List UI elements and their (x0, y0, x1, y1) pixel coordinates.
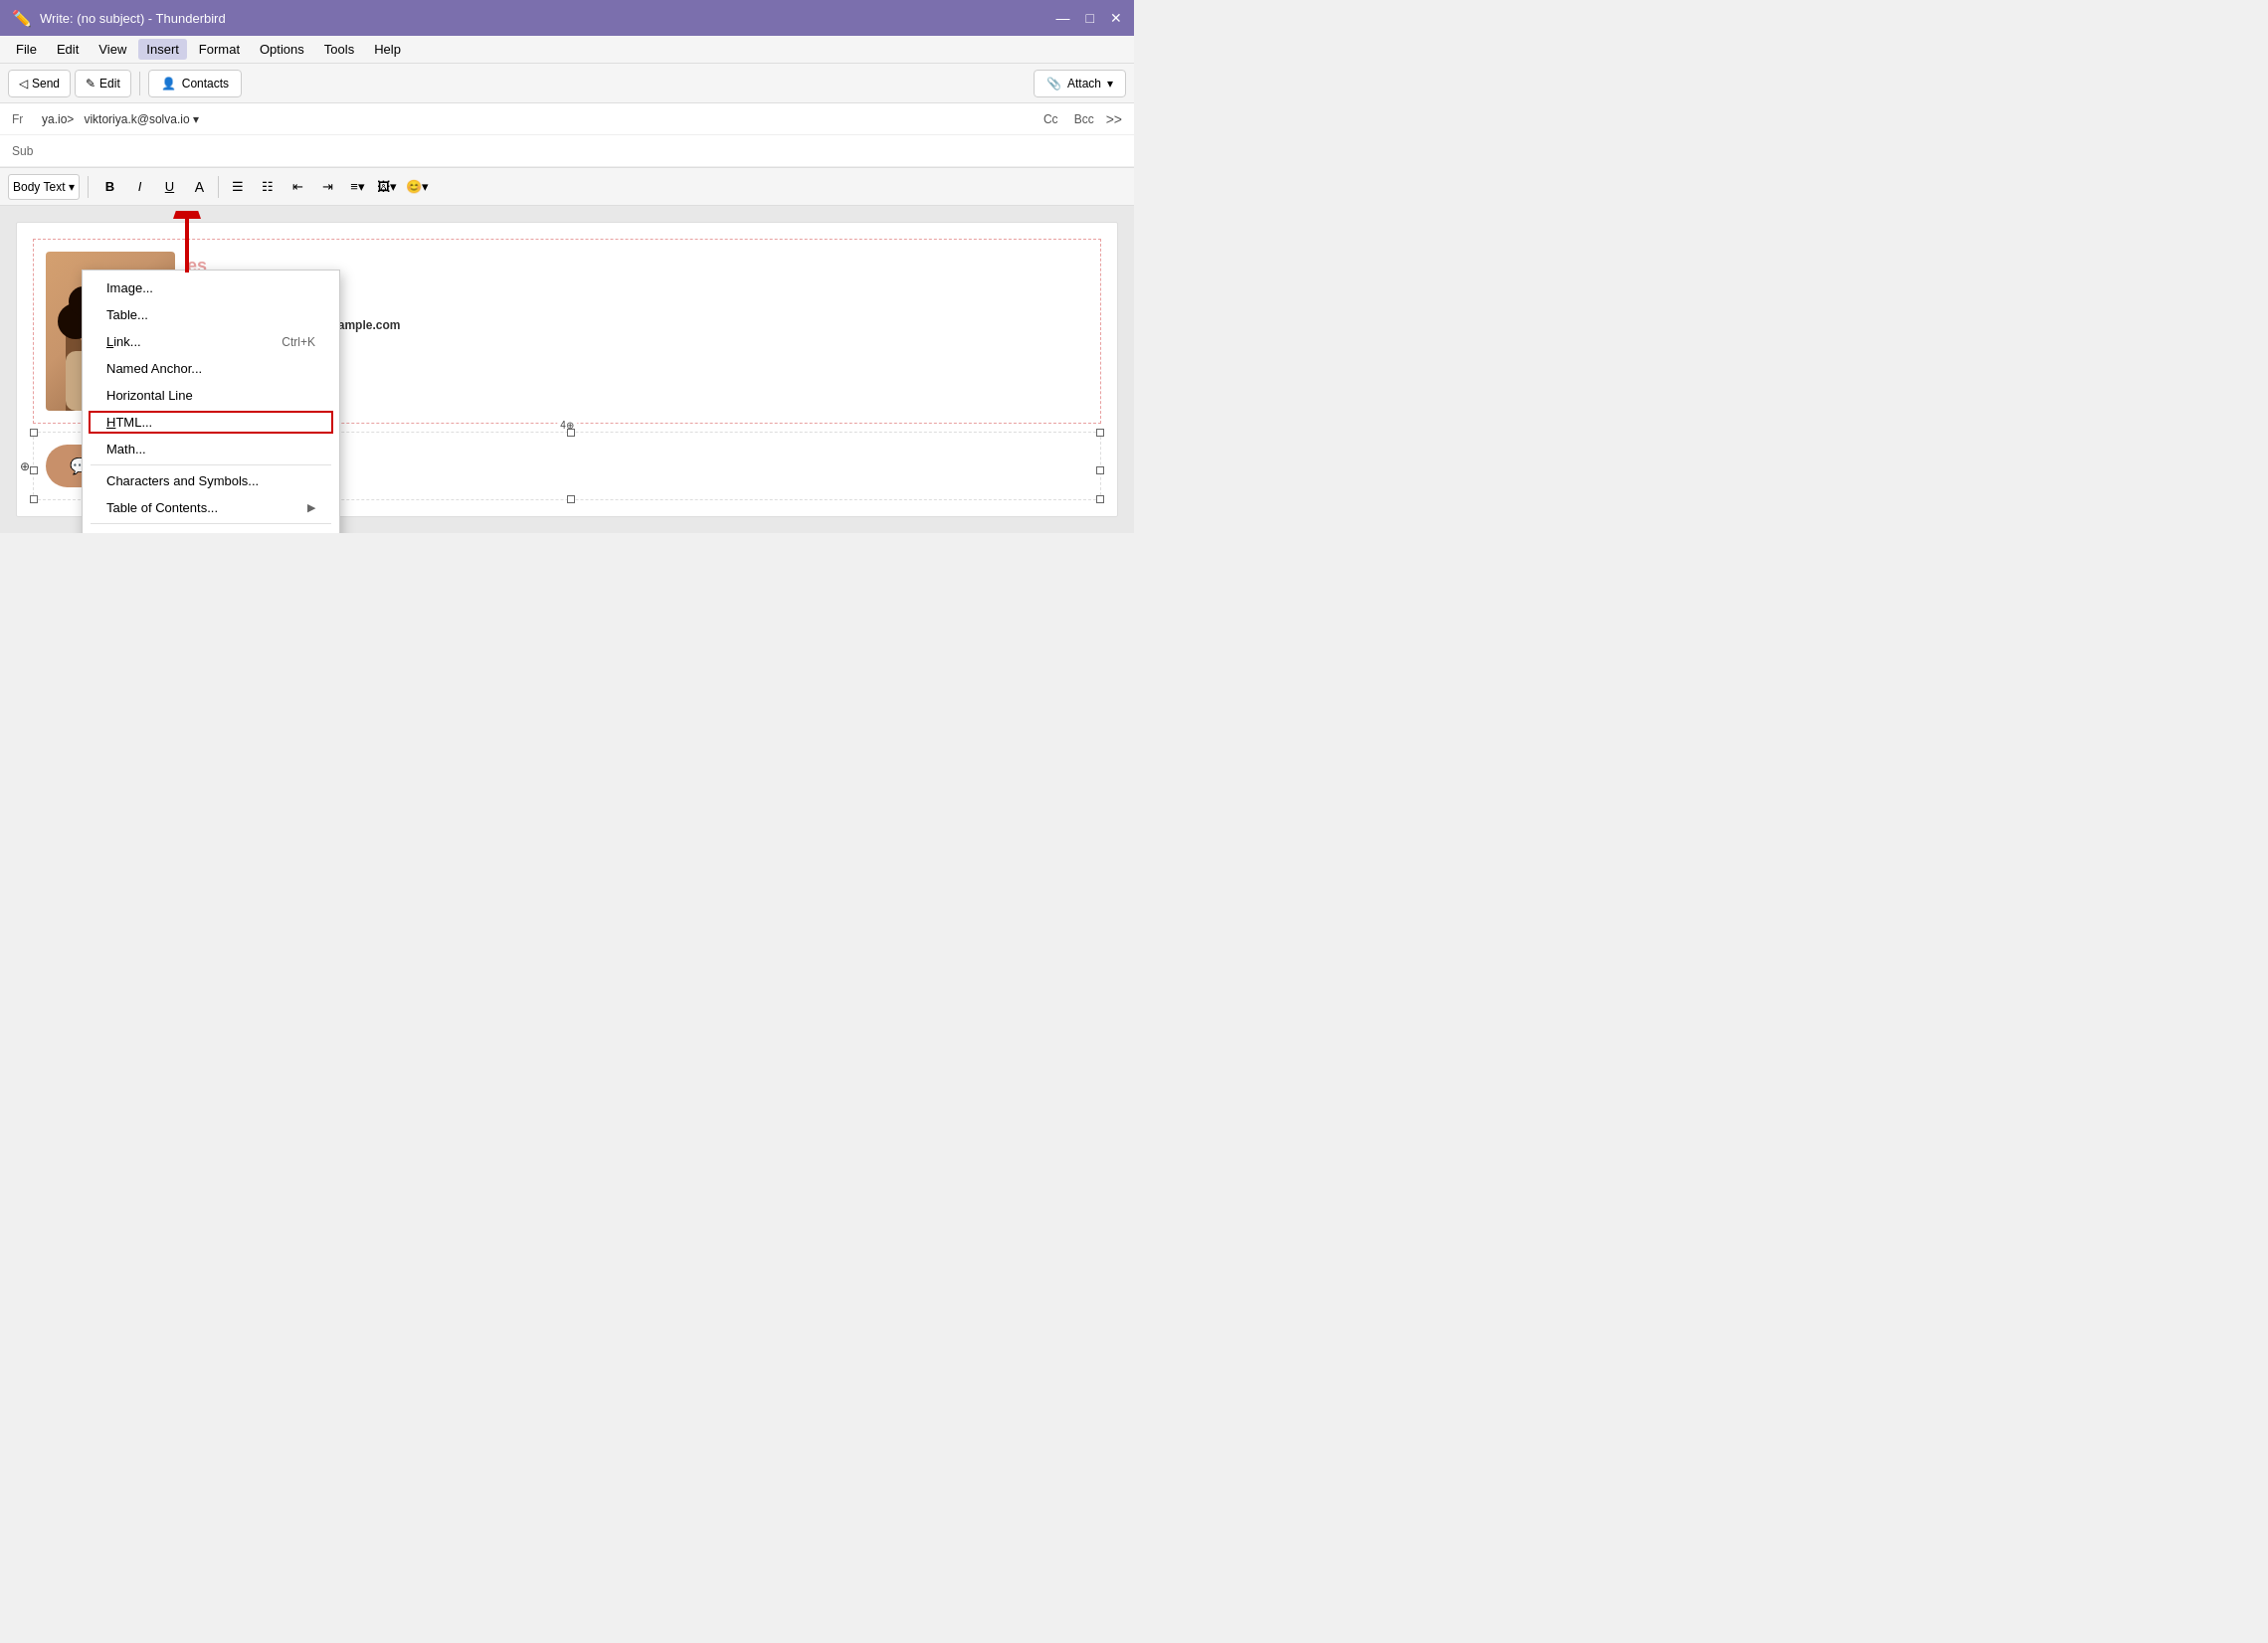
window-title: Write: (no subject) - Thunderbird (40, 11, 226, 26)
attach-dropdown-icon: ▾ (1107, 77, 1113, 91)
attach-button[interactable]: 📎 Attach ▾ (1034, 70, 1126, 97)
handle-mr[interactable] (1096, 466, 1104, 474)
strikethrough-button[interactable]: A (186, 174, 212, 200)
outdent-button[interactable]: ⇤ (284, 174, 310, 200)
toolbar-separator-1 (139, 72, 140, 95)
cc-button[interactable]: Cc (1040, 111, 1062, 127)
menu-bar: File Edit View Insert Format Options Too… (0, 36, 1134, 64)
emoji-button[interactable]: 😊▾ (404, 174, 430, 200)
maximize-button[interactable]: □ (1086, 10, 1094, 26)
menu-help[interactable]: Help (366, 39, 409, 60)
contacts-button[interactable]: 👤 Contacts (148, 70, 242, 97)
format-bar: Body Text ▾ B I U A ☰ ☷ ⇤ ⇥ ≡▾ 🖼▾ 😊▾ (0, 168, 1134, 206)
dropdown-table[interactable]: Table... (83, 301, 339, 328)
handle-ml[interactable] (30, 466, 38, 474)
window-controls: — □ ✕ (1056, 10, 1122, 26)
handle-tr[interactable] (1096, 429, 1104, 437)
format-separator-1 (88, 176, 89, 198)
menu-format[interactable]: Format (191, 39, 248, 60)
handle-bm[interactable] (567, 495, 575, 503)
menu-file[interactable]: File (8, 39, 45, 60)
dropdown-html[interactable]: HTML... (83, 409, 339, 436)
bcc-button[interactable]: Bcc (1070, 111, 1098, 127)
handle-br[interactable] (1096, 495, 1104, 503)
ordered-list-button[interactable]: ☷ (255, 174, 281, 200)
edit-button[interactable]: ✎ Edit (75, 70, 131, 97)
dropdown-image[interactable]: Image... (83, 274, 339, 301)
format-separator-2 (218, 176, 219, 198)
app-icon: ✏️ (12, 9, 32, 28)
menu-view[interactable]: View (91, 39, 134, 60)
submenu-arrow: ▶ (307, 501, 315, 514)
from-dropdown-icon[interactable]: ▾ (193, 112, 199, 126)
menu-edit[interactable]: Edit (49, 39, 87, 60)
dropdown-math[interactable]: Math... (83, 436, 339, 462)
subject-input[interactable] (42, 144, 1122, 158)
header-fields: Fr ya.io> viktoriya.k@solva.io ▾ Cc Bcc … (0, 103, 1134, 168)
cc-bcc-actions: Cc Bcc >> (1040, 111, 1122, 127)
dropdown-separator-2 (91, 523, 331, 524)
italic-button[interactable]: I (126, 174, 152, 200)
unordered-list-button[interactable]: ☰ (225, 174, 251, 200)
menu-options[interactable]: Options (252, 39, 312, 60)
link-shortcut: Ctrl+K (282, 335, 315, 349)
editor-area: es Phone: 5-0165 om E-mail: rosalie_mose… (0, 206, 1134, 533)
dropdown-separator-1 (91, 464, 331, 465)
minimize-button[interactable]: — (1056, 10, 1070, 26)
subject-row: Sub (0, 135, 1134, 167)
underline-button[interactable]: U (156, 174, 182, 200)
image-insert-button[interactable]: 🖼▾ (374, 174, 400, 200)
dropdown-characters[interactable]: Characters and Symbols... (83, 467, 339, 494)
bold-button[interactable]: B (96, 174, 122, 200)
menu-insert[interactable]: Insert (138, 39, 187, 60)
edit-icon: ✎ (86, 77, 95, 91)
close-button[interactable]: ✕ (1110, 10, 1122, 26)
subject-label: Sub (12, 144, 42, 158)
from-label: Fr (12, 112, 42, 126)
paperclip-icon: 📎 (1046, 77, 1061, 91)
from-row: Fr ya.io> viktoriya.k@solva.io ▾ Cc Bcc … (0, 103, 1134, 135)
menu-tools[interactable]: Tools (316, 39, 362, 60)
dropdown-toc[interactable]: Table of Contents... ▶ (83, 494, 339, 521)
send-icon: ◁ (19, 77, 28, 91)
expand-button[interactable]: >> (1106, 111, 1122, 127)
dropdown-named-anchor[interactable]: Named Anchor... (83, 355, 339, 382)
from-value: ya.io> viktoriya.k@solva.io ▾ (42, 112, 1040, 126)
handle-tm[interactable] (567, 429, 575, 437)
title-bar: ✏️ Write: (no subject) - Thunderbird — □… (0, 0, 1134, 36)
resize-handle-left: ⊕ (20, 459, 30, 473)
indent-button[interactable]: ⇥ (314, 174, 340, 200)
dropdown-link[interactable]: Link... Ctrl+K (83, 328, 339, 355)
toolbar: ◁ Send ✎ Edit 👤 Contacts 📎 Attach ▾ (0, 64, 1134, 103)
body-text-dropdown-icon: ▾ (69, 180, 75, 194)
contacts-icon: 👤 (161, 77, 176, 91)
dropdown-horizontal-line[interactable]: Horizontal Line (83, 382, 339, 409)
dropdown-break-below[interactable]: Break Below Image(s) (83, 526, 339, 533)
align-button[interactable]: ≡▾ (344, 174, 370, 200)
send-button[interactable]: ◁ Send (8, 70, 71, 97)
handle-tl[interactable] (30, 429, 38, 437)
handle-bl[interactable] (30, 495, 38, 503)
body-text-select[interactable]: Body Text ▾ (8, 174, 80, 200)
insert-dropdown-menu: Image... Table... Link... Ctrl+K Named A… (82, 270, 340, 533)
